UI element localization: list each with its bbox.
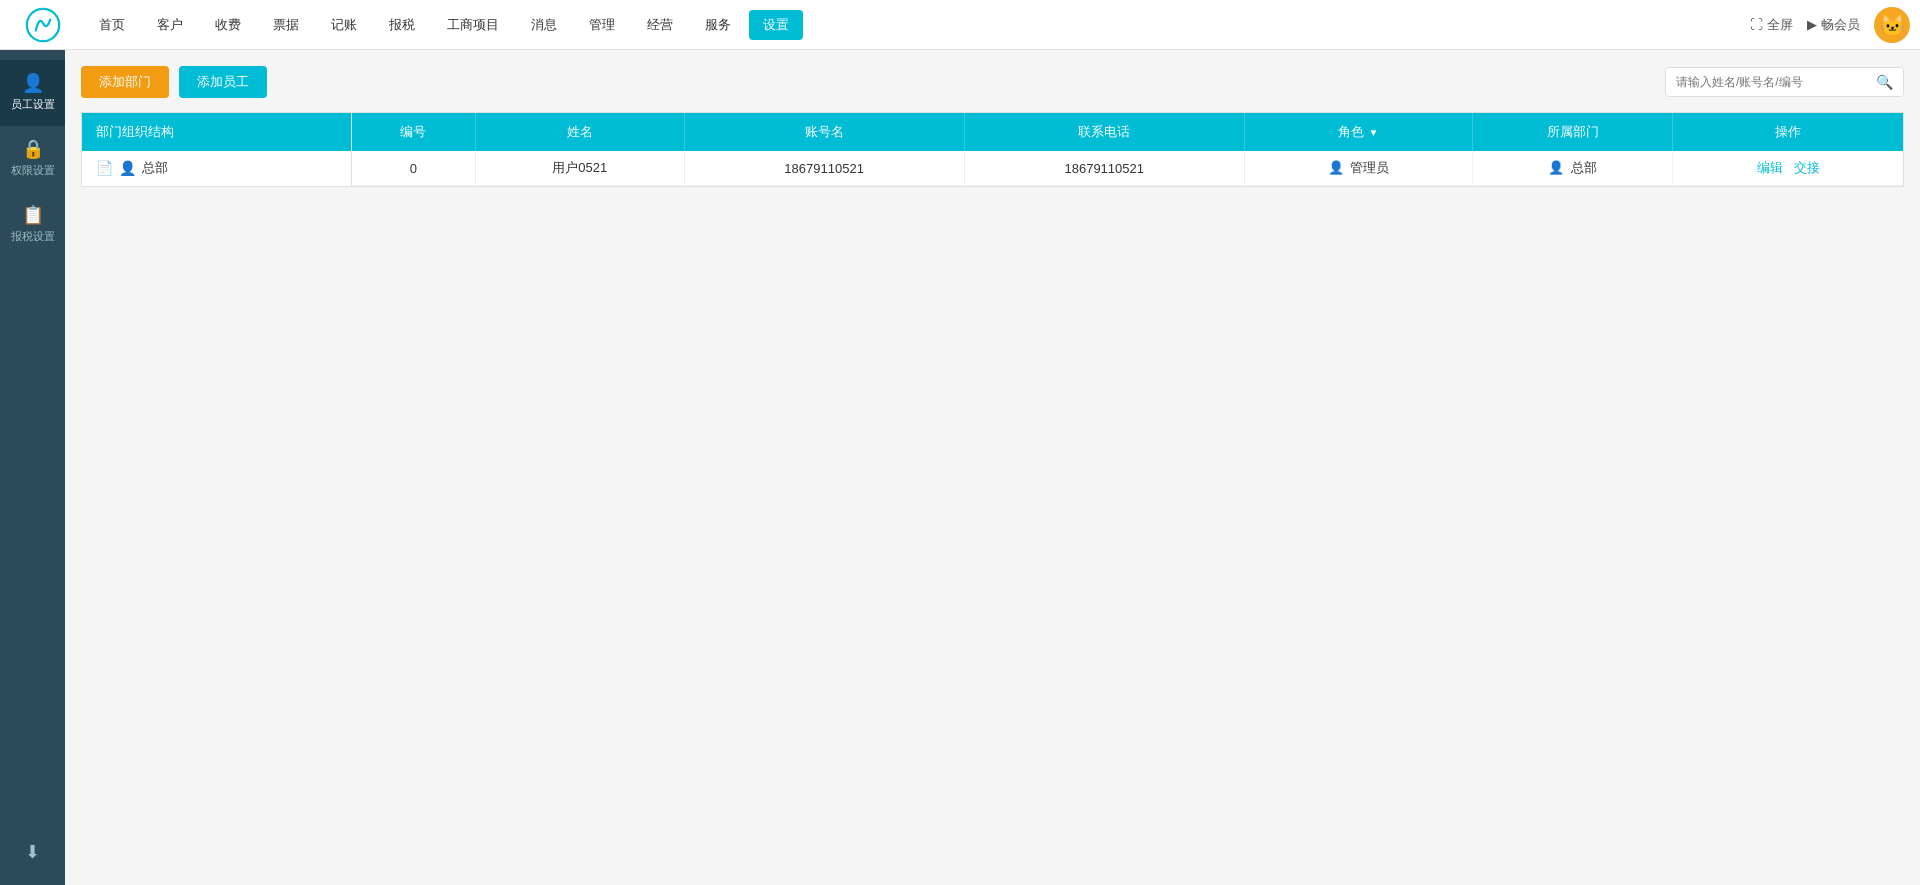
dept-icon: 👤 [1548, 160, 1564, 175]
tree-panel: 部门组织结构 📄 👤 总部 [82, 113, 352, 186]
sidebar-item-permissions[interactable]: 🔒 权限设置 [0, 126, 65, 192]
nav-item-home[interactable]: 首页 [85, 10, 139, 40]
cell-name: 用户0521 [475, 151, 684, 186]
role-user-icon: 👤 [1328, 160, 1344, 175]
table-wrapper: 部门组织结构 📄 👤 总部 编号 姓名 账号名 联系电话 [81, 112, 1904, 187]
nav-item-invoice[interactable]: 票据 [259, 10, 313, 40]
cell-action: 编辑 交接 [1673, 151, 1903, 186]
nav-item-settings[interactable]: 设置 [749, 10, 803, 40]
nav-right: ⛶ 全屏 ▶ 畅会员 🐱 [1750, 7, 1910, 43]
add-employee-button[interactable]: 添加员工 [179, 66, 267, 98]
sidebar-bottom: ⬇ [0, 829, 65, 885]
col-account: 账号名 [684, 113, 964, 151]
left-sidebar: 👤 员工设置 🔒 权限设置 📋 报税设置 ⬇ [0, 50, 65, 885]
search-input[interactable] [1666, 69, 1866, 95]
avatar[interactable]: 🐱 [1874, 7, 1910, 43]
right-table: 编号 姓名 账号名 联系电话 角色 ▼ 所属部门 操作 [352, 113, 1903, 186]
col-id: 编号 [352, 113, 475, 151]
main-layout: 👤 员工设置 🔒 权限设置 📋 报税设置 ⬇ 添加部门 添加员工 🔍 [0, 50, 1920, 885]
cell-account: 18679110521 [684, 151, 964, 186]
logo [10, 7, 75, 43]
lock-icon: 🔒 [22, 140, 44, 158]
role-col-label: 角色 [1338, 123, 1364, 141]
employee-icon: 👤 [22, 74, 44, 92]
fullscreen-label: 全屏 [1767, 16, 1793, 34]
nav-item-tax[interactable]: 报税 [375, 10, 429, 40]
col-phone: 联系电话 [964, 113, 1244, 151]
dept-value: 总部 [1571, 160, 1597, 175]
member-label: 畅会员 [1821, 16, 1860, 34]
tree-item-label: 总部 [142, 159, 168, 177]
sidebar-permissions-label: 权限设置 [11, 163, 55, 178]
cell-id: 0 [352, 151, 475, 186]
dept-user-icon: 👤 [119, 160, 136, 176]
transfer-link[interactable]: 交接 [1794, 160, 1820, 175]
filter-icon[interactable]: ▼ [1368, 127, 1378, 138]
sidebar-tax-label: 报税设置 [11, 229, 55, 244]
col-role[interactable]: 角色 ▼ [1244, 113, 1472, 151]
nav-item-service[interactable]: 服务 [691, 10, 745, 40]
download-icon: ⬇ [25, 843, 40, 861]
action-bar: 添加部门 添加员工 🔍 [81, 66, 1904, 98]
nav-item-manage[interactable]: 管理 [575, 10, 629, 40]
search-box: 🔍 [1665, 67, 1904, 97]
fullscreen-button[interactable]: ⛶ 全屏 [1750, 16, 1793, 34]
content-area: 添加部门 添加员工 🔍 部门组织结构 📄 👤 总部 [65, 50, 1920, 885]
role-value: 管理员 [1350, 160, 1389, 175]
fullscreen-icon: ⛶ [1750, 17, 1763, 32]
member-button[interactable]: ▶ 畅会员 [1807, 16, 1860, 34]
col-action: 操作 [1673, 113, 1903, 151]
nav-item-fee[interactable]: 收费 [201, 10, 255, 40]
nav-item-accounting[interactable]: 记账 [317, 10, 371, 40]
nav-item-message[interactable]: 消息 [517, 10, 571, 40]
play-icon: ▶ [1807, 17, 1817, 32]
cell-phone: 18679110521 [964, 151, 1244, 186]
col-name: 姓名 [475, 113, 684, 151]
col-dept: 所属部门 [1472, 113, 1672, 151]
tree-header: 部门组织结构 [82, 113, 351, 151]
cell-dept: 👤 总部 [1472, 151, 1672, 186]
top-nav: 首页 客户 收费 票据 记账 报税 工商项目 消息 管理 经营 服务 设置 ⛶ … [0, 0, 1920, 50]
nav-items: 首页 客户 收费 票据 记账 报税 工商项目 消息 管理 经营 服务 设置 [85, 10, 1750, 40]
nav-item-operation[interactable]: 经营 [633, 10, 687, 40]
tree-item-general[interactable]: 📄 👤 总部 [82, 151, 351, 185]
folder-icon: 📄 [96, 160, 113, 176]
sidebar-item-employee[interactable]: 👤 员工设置 [0, 60, 65, 126]
nav-item-business[interactable]: 工商项目 [433, 10, 513, 40]
sidebar-item-tax-settings[interactable]: 📋 报税设置 [0, 192, 65, 258]
table-header-row: 编号 姓名 账号名 联系电话 角色 ▼ 所属部门 操作 [352, 113, 1903, 151]
sidebar-item-download[interactable]: ⬇ [0, 829, 65, 875]
sidebar-employee-label: 员工设置 [11, 97, 55, 112]
nav-item-customer[interactable]: 客户 [143, 10, 197, 40]
table-row: 0 用户0521 18679110521 18679110521 👤 管理员 👤… [352, 151, 1903, 186]
add-dept-button[interactable]: 添加部门 [81, 66, 169, 98]
employee-table: 编号 姓名 账号名 联系电话 角色 ▼ 所属部门 操作 [352, 113, 1903, 186]
edit-link[interactable]: 编辑 [1757, 160, 1783, 175]
search-button[interactable]: 🔍 [1866, 68, 1903, 96]
cell-role: 👤 管理员 [1244, 151, 1472, 186]
tax-icon: 📋 [22, 206, 44, 224]
